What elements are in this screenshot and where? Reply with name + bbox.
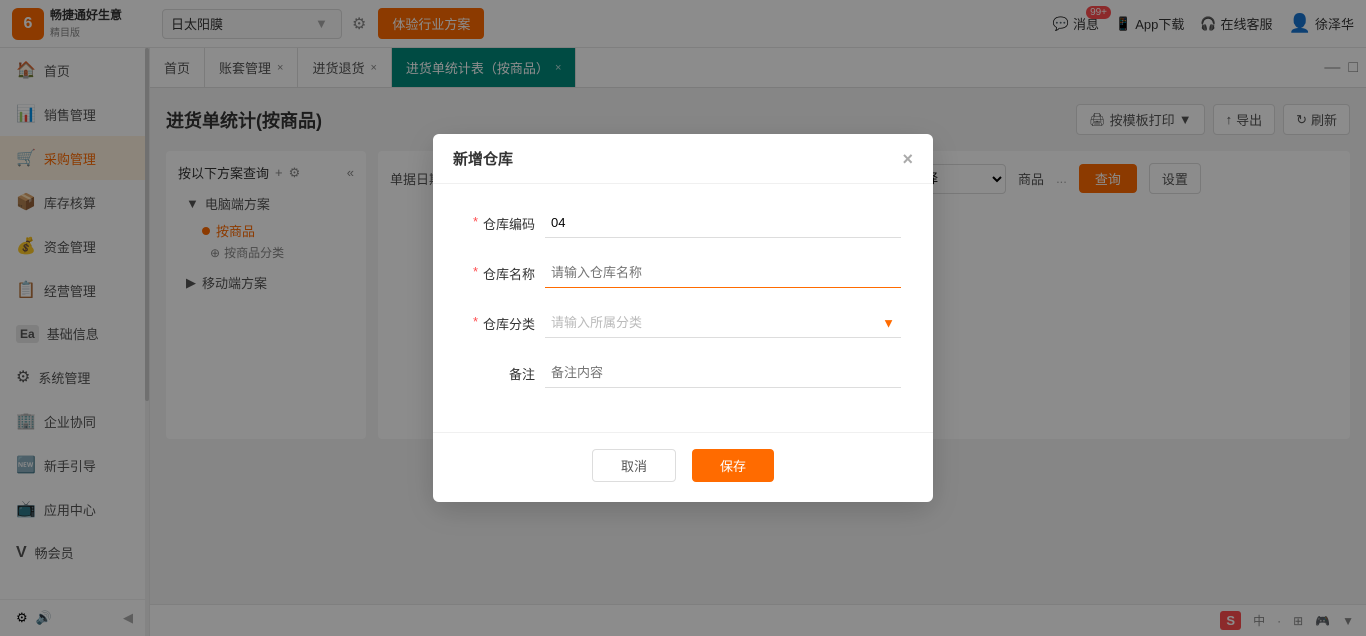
warehouse-category-select[interactable]: 请输入所属分类 <box>545 308 901 338</box>
name-label: 仓库名称 <box>465 264 545 283</box>
warehouse-name-input[interactable] <box>545 258 901 288</box>
category-select-wrap: 请输入所属分类 ▼ <box>545 308 901 338</box>
dialog-body: 仓库编码 仓库名称 仓库分类 请输入所属分类 ▼ 备注 <box>433 184 933 432</box>
form-row-code: 仓库编码 <box>465 208 901 238</box>
dialog-title: 新增仓库 <box>453 148 513 169</box>
category-label: 仓库分类 <box>465 314 545 333</box>
form-row-name: 仓库名称 <box>465 258 901 288</box>
form-row-remark: 备注 <box>465 358 901 388</box>
dialog-footer: 取消 保存 <box>433 432 933 502</box>
modal-overlay: 新增仓库 × 仓库编码 仓库名称 仓库分类 请输入所属分类 ▼ <box>0 0 1366 636</box>
remark-label: 备注 <box>465 364 545 383</box>
cancel-button[interactable]: 取消 <box>592 449 676 482</box>
code-label: 仓库编码 <box>465 214 545 233</box>
add-warehouse-dialog: 新增仓库 × 仓库编码 仓库名称 仓库分类 请输入所属分类 ▼ <box>433 134 933 502</box>
form-row-category: 仓库分类 请输入所属分类 ▼ <box>465 308 901 338</box>
dialog-close-button[interactable]: × <box>902 150 913 168</box>
dialog-header: 新增仓库 × <box>433 134 933 184</box>
warehouse-code-input[interactable] <box>545 208 901 238</box>
remark-input[interactable] <box>545 358 901 388</box>
save-button[interactable]: 保存 <box>692 449 774 482</box>
